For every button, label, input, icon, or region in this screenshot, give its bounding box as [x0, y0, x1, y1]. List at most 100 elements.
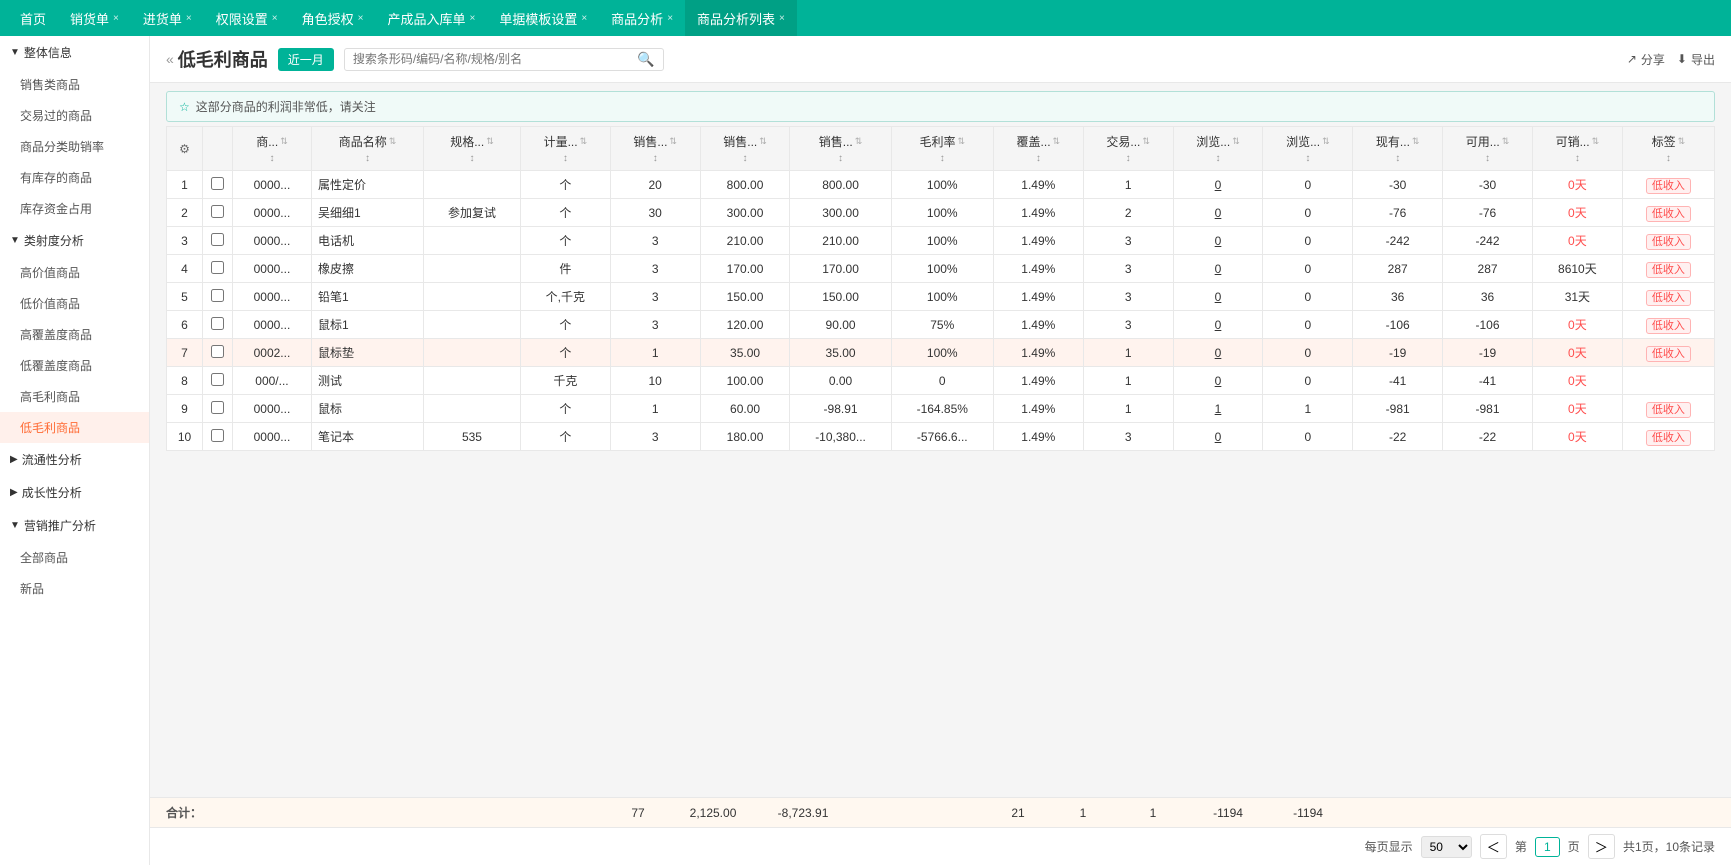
- cell-browse1[interactable]: 1: [1173, 395, 1263, 423]
- cell-name[interactable]: 铅笔1: [311, 283, 423, 311]
- th-unit[interactable]: 计量...⇅: [520, 127, 610, 171]
- browse1-link[interactable]: 0: [1215, 430, 1222, 444]
- th-code[interactable]: 商...⇅: [233, 127, 312, 171]
- search-icon[interactable]: 🔍: [637, 51, 654, 68]
- cell-name[interactable]: 属性定价: [311, 171, 423, 199]
- nav-close-roles[interactable]: ×: [358, 13, 364, 24]
- sidebar-group-analysis[interactable]: ▼ 类射度分析: [0, 224, 149, 257]
- prev-page-btn[interactable]: ＜: [1480, 834, 1507, 859]
- browse1-link[interactable]: 0: [1215, 206, 1222, 220]
- cell-checkbox[interactable]: [203, 283, 233, 311]
- collapse-sidebar-btn[interactable]: «: [166, 51, 174, 67]
- cell-checkbox[interactable]: [203, 171, 233, 199]
- cell-checkbox[interactable]: [203, 311, 233, 339]
- sidebar-item-capital[interactable]: 库存资金占用: [0, 193, 149, 224]
- th-saleable[interactable]: 可销...⇅: [1532, 127, 1622, 171]
- export-button[interactable]: ⬇ 导出: [1677, 51, 1715, 68]
- cell-checkbox[interactable]: [203, 339, 233, 367]
- th-tag[interactable]: 标签⇅: [1622, 127, 1714, 171]
- share-button[interactable]: ↗ 分享: [1627, 51, 1665, 68]
- browse1-link[interactable]: 0: [1215, 318, 1222, 332]
- page-size-select[interactable]: 50 100 200: [1421, 836, 1472, 858]
- cell-browse1[interactable]: 0: [1173, 423, 1263, 451]
- sidebar-item-inventory[interactable]: 有库存的商品: [0, 162, 149, 193]
- nav-roles[interactable]: 角色授权 ×: [290, 0, 376, 36]
- cell-browse1[interactable]: 0: [1173, 283, 1263, 311]
- row-checkbox[interactable]: [211, 429, 224, 442]
- sidebar-item-low-value[interactable]: 低价值商品: [0, 288, 149, 319]
- sidebar-item-high-value[interactable]: 高价值商品: [0, 257, 149, 288]
- nav-close-permissions[interactable]: ×: [272, 13, 278, 24]
- sidebar-item-category-rate[interactable]: 商品分类助销率: [0, 131, 149, 162]
- cell-name[interactable]: 鼠标1: [311, 311, 423, 339]
- browse1-link[interactable]: 0: [1215, 346, 1222, 360]
- row-checkbox[interactable]: [211, 177, 224, 190]
- sidebar-group-marketing[interactable]: ▼ 营销推广分析: [0, 509, 149, 542]
- nav-home[interactable]: 首页: [8, 0, 58, 36]
- th-name[interactable]: 商品名称⇅: [311, 127, 423, 171]
- cell-checkbox[interactable]: [203, 227, 233, 255]
- period-button[interactable]: 近一月: [278, 48, 334, 71]
- cell-browse1[interactable]: 0: [1173, 339, 1263, 367]
- th-sale-amount[interactable]: 销售...⇅: [700, 127, 790, 171]
- nav-template[interactable]: 单据模板设置 ×: [487, 0, 599, 36]
- browse1-link[interactable]: 0: [1215, 290, 1222, 304]
- row-checkbox[interactable]: [211, 345, 224, 358]
- next-page-btn[interactable]: ＞: [1588, 834, 1615, 859]
- cell-checkbox[interactable]: [203, 199, 233, 227]
- sidebar-item-high-coverage[interactable]: 高覆盖度商品: [0, 319, 149, 350]
- browse1-link[interactable]: 0: [1215, 178, 1222, 192]
- search-input[interactable]: [353, 52, 638, 66]
- sidebar-item-high-margin[interactable]: 高毛利商品: [0, 381, 149, 412]
- cell-name[interactable]: 测试: [311, 367, 423, 395]
- cell-browse1[interactable]: 0: [1173, 227, 1263, 255]
- nav-close-analysis[interactable]: ×: [667, 13, 673, 24]
- th-browse1[interactable]: 浏览...⇅: [1173, 127, 1263, 171]
- th-spec[interactable]: 规格...⇅: [424, 127, 521, 171]
- table-wrapper[interactable]: ⚙ 商...⇅ 商品名称⇅ 规格...⇅ 计量...⇅: [150, 126, 1731, 797]
- th-current[interactable]: 现有...⇅: [1353, 127, 1443, 171]
- sidebar-group-overall[interactable]: ▼ 整体信息: [0, 36, 149, 69]
- browse1-link[interactable]: 1: [1215, 402, 1222, 416]
- th-settings[interactable]: ⚙: [167, 127, 203, 171]
- sidebar-group-growth[interactable]: ▶ 成长性分析: [0, 476, 149, 509]
- sidebar-item-new-products[interactable]: 新品: [0, 573, 149, 604]
- nav-close-purchase[interactable]: ×: [186, 13, 192, 24]
- sidebar-item-low-coverage[interactable]: 低覆盖度商品: [0, 350, 149, 381]
- browse1-link[interactable]: 0: [1215, 262, 1222, 276]
- browse1-link[interactable]: 0: [1215, 234, 1222, 248]
- sidebar-group-circulation[interactable]: ▶ 流通性分析: [0, 443, 149, 476]
- nav-product-entry[interactable]: 产成品入库单 ×: [375, 0, 487, 36]
- row-checkbox[interactable]: [211, 401, 224, 414]
- cell-name[interactable]: 鼠标: [311, 395, 423, 423]
- sidebar-item-all-products[interactable]: 全部商品: [0, 542, 149, 573]
- cell-checkbox[interactable]: [203, 423, 233, 451]
- th-sale-qty[interactable]: 销售...⇅: [610, 127, 700, 171]
- nav-close-product[interactable]: ×: [469, 13, 475, 24]
- cell-name[interactable]: 鼠标垫: [311, 339, 423, 367]
- cell-checkbox[interactable]: [203, 367, 233, 395]
- row-checkbox[interactable]: [211, 317, 224, 330]
- row-checkbox[interactable]: [211, 373, 224, 386]
- settings-icon[interactable]: ⚙: [179, 142, 190, 156]
- cell-browse1[interactable]: 0: [1173, 171, 1263, 199]
- nav-permissions[interactable]: 权限设置 ×: [204, 0, 290, 36]
- cell-name[interactable]: 笔记本: [311, 423, 423, 451]
- cell-name[interactable]: 电话机: [311, 227, 423, 255]
- cell-name[interactable]: 吴细细1: [311, 199, 423, 227]
- sidebar-item-traded-products[interactable]: 交易过的商品: [0, 100, 149, 131]
- cell-checkbox[interactable]: [203, 395, 233, 423]
- nav-sales[interactable]: 销货单 ×: [58, 0, 131, 36]
- nav-close-sales[interactable]: ×: [113, 13, 119, 24]
- nav-close-template[interactable]: ×: [581, 13, 587, 24]
- th-sale-profit[interactable]: 销售...⇅: [790, 127, 891, 171]
- nav-close-analysis-list[interactable]: ×: [779, 13, 785, 24]
- nav-analysis-list[interactable]: 商品分析列表 ×: [685, 0, 797, 36]
- sidebar-item-low-margin[interactable]: 低毛利商品: [0, 412, 149, 443]
- row-checkbox[interactable]: [211, 233, 224, 246]
- nav-purchase[interactable]: 进货单 ×: [131, 0, 204, 36]
- th-available[interactable]: 可用...⇅: [1443, 127, 1533, 171]
- row-checkbox[interactable]: [211, 205, 224, 218]
- th-browse2[interactable]: 浏览...⇅: [1263, 127, 1353, 171]
- cell-checkbox[interactable]: [203, 255, 233, 283]
